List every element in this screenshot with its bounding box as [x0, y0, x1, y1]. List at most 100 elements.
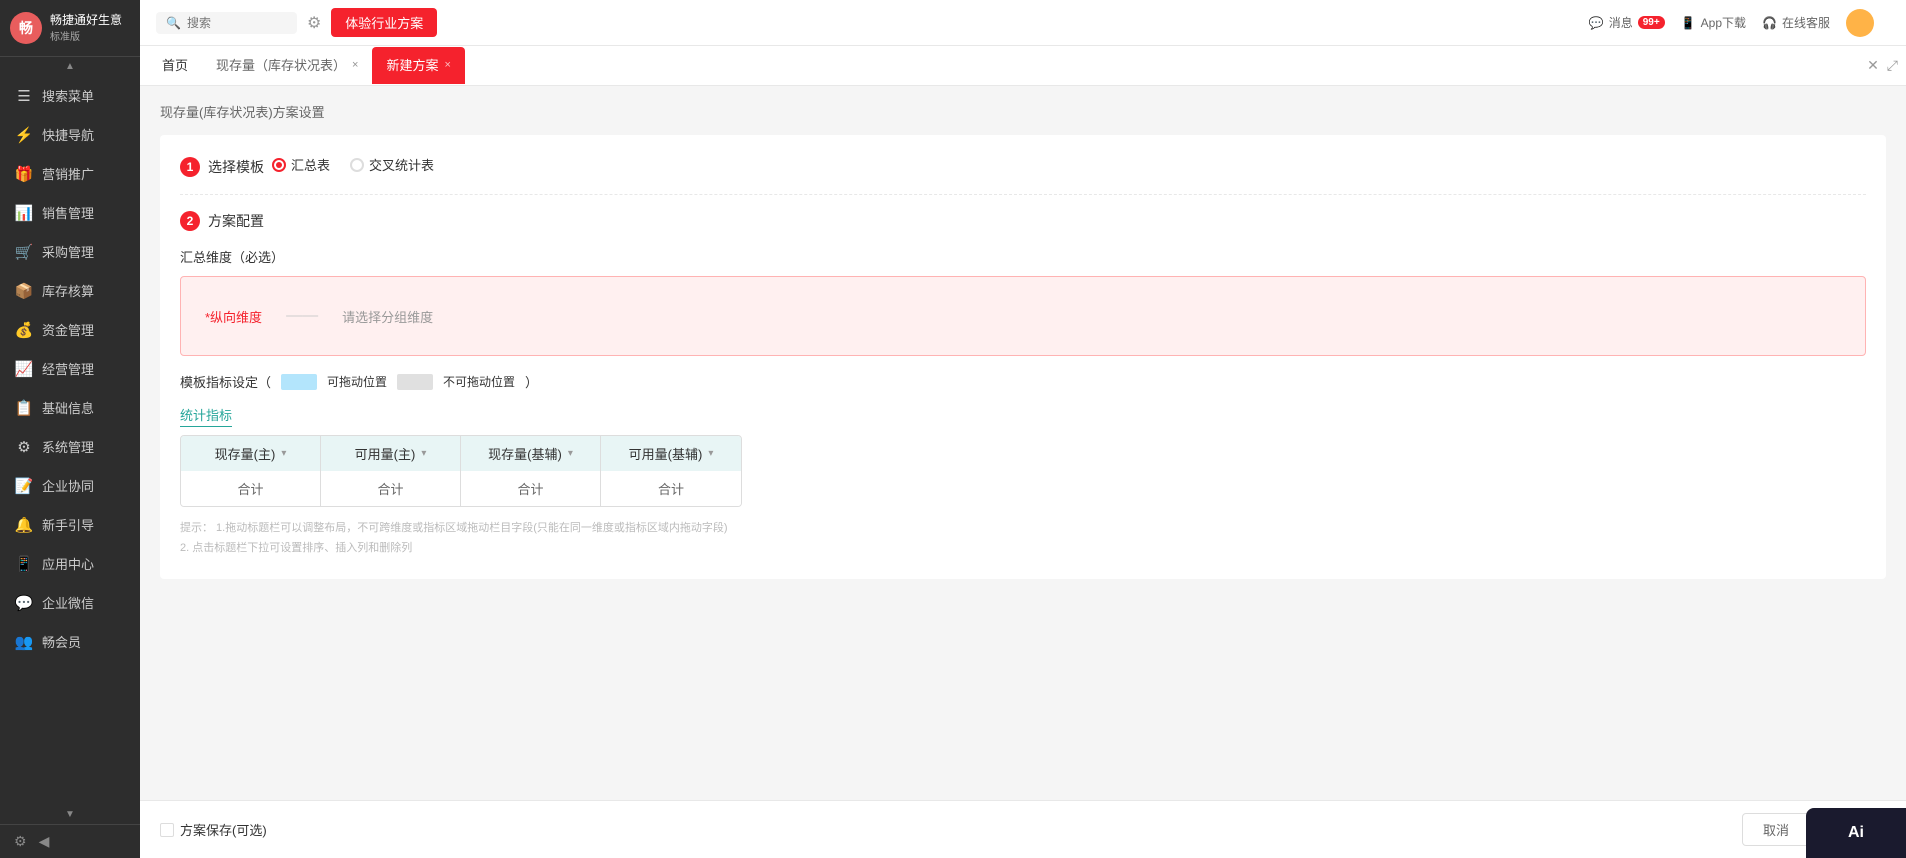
radio-dot-summary	[272, 158, 286, 172]
sidebar-item-label: 营销推广	[42, 164, 94, 183]
sidebar-item-marketing[interactable]: 🎁 营销推广	[0, 154, 140, 193]
topbar-right: 💬 消息 99+ 📱 App下载 🎧 在线客服	[1589, 9, 1890, 37]
section1-title: 选择模板	[208, 157, 264, 177]
dimension-label: *纵向维度	[205, 307, 262, 326]
sidebar: 畅 畅捷通好生意 标准版 ▲ ☰ 搜索菜单 ⚡ 快捷导航 🎁 营销推广 📊 销售…	[0, 0, 140, 858]
sidebar-item-operation[interactable]: 📈 经营管理	[0, 349, 140, 388]
sidebar-item-system[interactable]: ⚙ 系统管理	[0, 427, 140, 466]
summary-dimension-section: 汇总维度（必选） *纵向维度 —— 请选择分组维度	[180, 247, 1866, 356]
sidebar-item-label: 资金管理	[42, 320, 94, 339]
expand-icon[interactable]: ⤢	[1887, 57, 1898, 74]
sidebar-item-wechat[interactable]: 💬 企业微信	[0, 583, 140, 622]
save-option[interactable]: 方案保存(可选)	[160, 820, 267, 839]
logo-icon: 畅	[10, 12, 42, 44]
tab-home[interactable]: 首页	[148, 47, 202, 84]
stats-table-body: 合计 合计 合计 合计	[181, 471, 741, 506]
radio-cross[interactable]: 交叉统计表	[350, 155, 434, 174]
close-icon[interactable]: ✕	[1867, 57, 1879, 74]
section1-num: 1	[180, 157, 200, 177]
stats-col-3[interactable]: 可用量(基辅) ▾	[601, 436, 741, 471]
sidebar-item-label: 企业协同	[42, 476, 94, 495]
sidebar-item-new-guide[interactable]: 🔔 新手引导	[0, 505, 140, 544]
draggable-indicator-box	[281, 374, 317, 390]
search-input[interactable]	[187, 16, 287, 30]
radio-dot-cross	[350, 158, 364, 172]
save-checkbox[interactable]	[160, 823, 174, 837]
radio-summary-label: 汇总表	[291, 155, 330, 174]
tab-new-plan-label: 新建方案	[386, 55, 438, 74]
stats-col-0[interactable]: 现存量(主) ▾	[181, 436, 321, 471]
search-bar[interactable]: 🔍	[156, 12, 297, 34]
indicator-row: 模板指标设定（ 可拖动位置 不可拖动位置 ）	[180, 372, 1866, 391]
sidebar-item-basic-info[interactable]: 📋 基础信息	[0, 388, 140, 427]
sidebar-item-agreement[interactable]: 📝 企业协同	[0, 466, 140, 505]
bottom-bar: 方案保存(可选) 取消 查询	[140, 800, 1906, 858]
sidebar-item-label: 库存核算	[42, 281, 94, 300]
search-icon: 🔍	[166, 16, 181, 30]
stats-cell-label-2: 合计	[517, 479, 543, 498]
finance-icon: 💰	[14, 321, 34, 339]
tab-inventory-status[interactable]: 现存量（库存状况表） ×	[202, 47, 372, 84]
sidebar-item-inventory[interactable]: 📦 库存核算	[0, 271, 140, 310]
sidebar-item-label: 畅会员	[42, 632, 81, 651]
not-draggable-indicator-box	[397, 374, 433, 390]
section1-header: 1 选择模板 汇总表 交叉统计表	[180, 155, 1866, 178]
tabbar: 首页 现存量（库存状况表） × 新建方案 × ✕ ⤢	[140, 46, 1906, 86]
sidebar-item-sales[interactable]: 📊 销售管理	[0, 193, 140, 232]
draggable-label: 可拖动位置	[327, 373, 387, 390]
stats-col-2[interactable]: 现存量(基辅) ▾	[461, 436, 601, 471]
stats-col-label-3: 可用量(基辅)	[629, 444, 703, 463]
download-icon: 📱	[1681, 16, 1696, 30]
sidebar-item-finance[interactable]: 💰 资金管理	[0, 310, 140, 349]
main-area: 🔍 ⚙ 体验行业方案 💬 消息 99+ 📱 App下载 🎧 在线客服	[140, 0, 1906, 858]
stats-table: 现存量(主) ▾ 可用量(主) ▾ 现存量(基辅) ▾ 可用量(基辅)	[180, 435, 742, 507]
message-label: 消息	[1609, 14, 1633, 31]
sidebar-item-search-menu[interactable]: ☰ 搜索菜单	[0, 76, 140, 115]
stats-title: 统计指标	[180, 405, 232, 427]
gear-icon[interactable]: ⚙	[307, 13, 321, 33]
dimension-area[interactable]: *纵向维度 —— 请选择分组维度	[180, 276, 1866, 356]
member-icon: 👥	[14, 633, 34, 651]
avatar[interactable]	[1846, 9, 1874, 37]
system-icon: ⚙	[14, 438, 34, 456]
tab-new-plan[interactable]: 新建方案 ×	[372, 47, 464, 84]
industry-btn[interactable]: 体验行业方案	[331, 8, 437, 37]
sidebar-scroll-up[interactable]: ▲	[0, 57, 140, 76]
chevron-down-icon-0: ▾	[281, 448, 286, 459]
page-title: 现存量(库存状况表)方案设置	[160, 102, 1886, 121]
tab-inventory-close[interactable]: ×	[352, 59, 358, 71]
stats-col-1[interactable]: 可用量(主) ▾	[321, 436, 461, 471]
sidebar-item-purchase[interactable]: 🛒 采购管理	[0, 232, 140, 271]
stats-cell-2: 合计	[461, 471, 601, 506]
settings-icon[interactable]: ⚙	[14, 833, 27, 850]
radio-cross-label: 交叉统计表	[369, 155, 434, 174]
stats-cell-3: 合计	[601, 471, 741, 506]
cancel-button[interactable]: 取消	[1742, 813, 1810, 846]
message-group[interactable]: 💬 消息 99+	[1589, 14, 1665, 31]
dimension-hint: 请选择分组维度	[342, 307, 433, 326]
sidebar-item-quick-nav[interactable]: ⚡ 快捷导航	[0, 115, 140, 154]
stats-col-label-1: 可用量(主)	[355, 444, 416, 463]
sidebar-bottom: ⚙ ◀	[0, 824, 140, 858]
stats-cell-label-3: 合计	[658, 479, 684, 498]
sidebar-item-label: 新手引导	[42, 515, 94, 534]
stats-cell-1: 合计	[321, 471, 461, 506]
radio-summary[interactable]: 汇总表	[272, 155, 330, 174]
sidebar-item-label: 搜索菜单	[42, 86, 94, 105]
sidebar-item-label: 采购管理	[42, 242, 94, 261]
section2-title: 方案配置	[208, 211, 264, 231]
window-controls: ✕ ⤢	[1867, 57, 1898, 74]
message-badge: 99+	[1638, 16, 1665, 29]
tip-1: 提示： 1.拖动标题栏可以调整布局，不可跨维度或指标区域拖动栏目字段(只能在同一…	[180, 519, 1866, 539]
content-area: 现存量(库存状况表)方案设置 1 选择模板 汇总表 交叉统计表	[140, 86, 1906, 800]
sidebar-scroll-down[interactable]: ▼	[0, 805, 140, 824]
sidebar-item-app-center[interactable]: 📱 应用中心	[0, 544, 140, 583]
audio-icon[interactable]: ◀	[39, 833, 50, 850]
online-service-group[interactable]: 🎧 在线客服	[1762, 14, 1830, 31]
app-version: 标准版	[50, 28, 122, 43]
sidebar-item-member[interactable]: 👥 畅会员	[0, 622, 140, 661]
indicator-setting-label: 模板指标设定（	[180, 372, 271, 391]
tab-new-plan-close[interactable]: ×	[444, 59, 450, 71]
dimension-separator: ——	[286, 307, 318, 325]
app-download-group[interactable]: 📱 App下载	[1681, 14, 1746, 31]
